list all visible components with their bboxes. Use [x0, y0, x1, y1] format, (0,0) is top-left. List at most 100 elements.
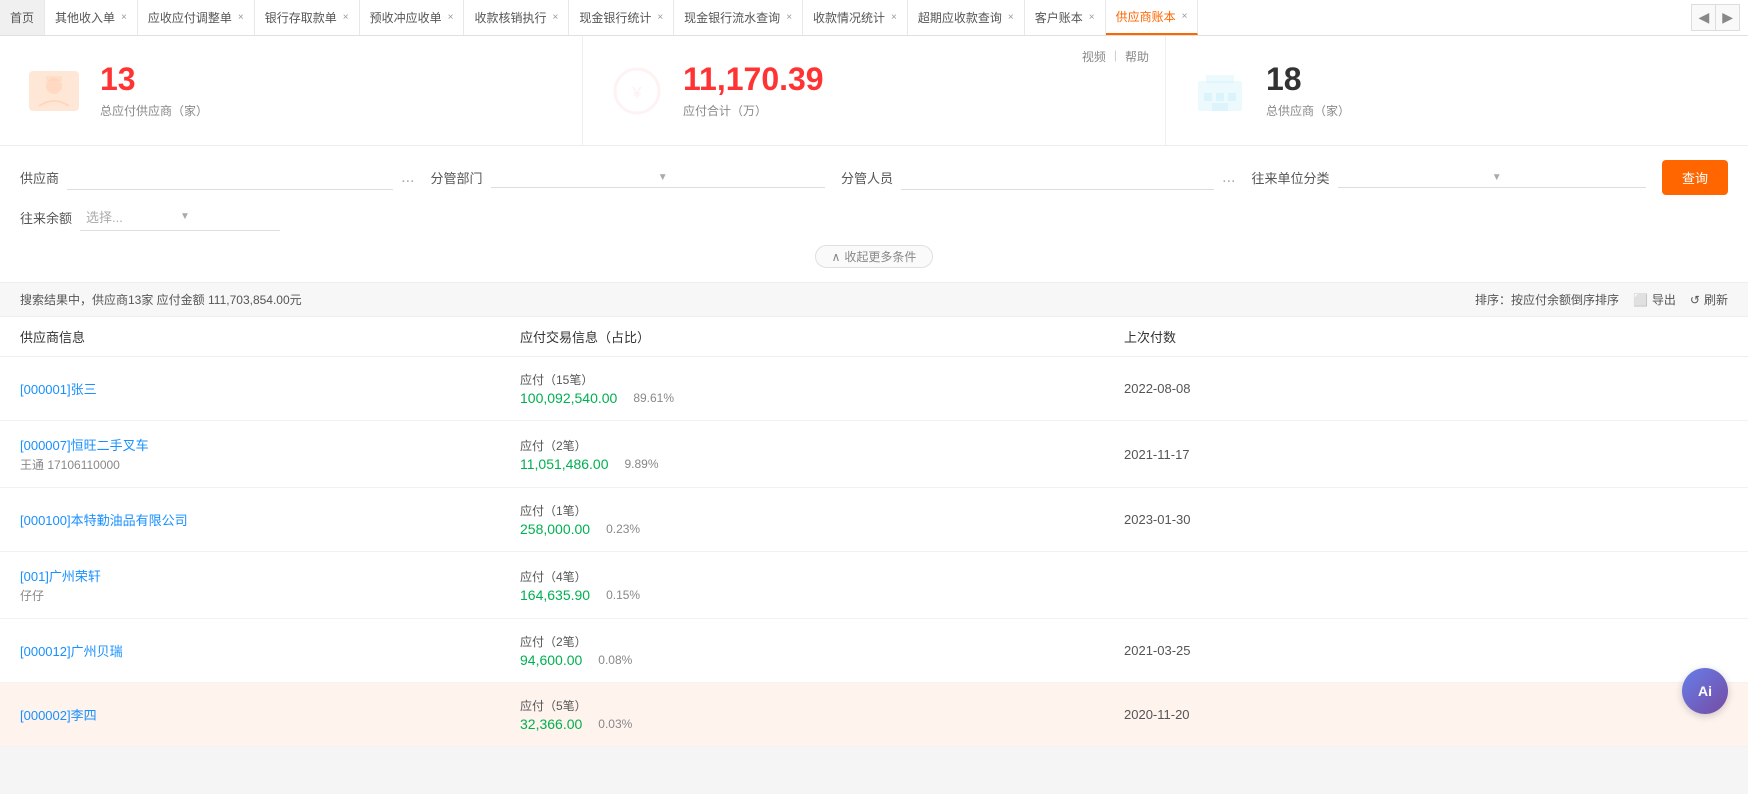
nav-tab-other-income[interactable]: 其他收入单 × [45, 0, 138, 35]
table-row: [000007]恒旺二手叉车 王通 17106110000 应付（2笔） 11,… [0, 421, 1748, 488]
ai-fab-label: Ai [1698, 683, 1712, 699]
transaction-info-cell: 应付（5笔） 32,366.00 0.03% [520, 697, 1124, 732]
card1-label: 总应付供应商（家） [100, 102, 208, 119]
person-input[interactable] [901, 166, 1214, 190]
transaction-label: 应付（5笔） [520, 697, 1124, 714]
transaction-info-cell: 应付（1笔） 258,000.00 0.23% [520, 502, 1124, 537]
transaction-info-cell: 应付（2笔） 11,051,486.00 9.89% [520, 437, 1124, 472]
person-dots-icon[interactable]: ... [1222, 169, 1235, 187]
nav-tab-prepay-ar[interactable]: 预收冲应收单 × [360, 0, 465, 35]
nav-tab-customer-ledger[interactable]: 客户账本 × [1025, 0, 1106, 35]
supplier-link[interactable]: [000100]本特勤油品有限公司 [20, 510, 520, 529]
transaction-row: 32,366.00 0.03% [520, 716, 1124, 732]
nav-arrows: ◀ ▶ [1683, 4, 1748, 31]
table-header: 供应商信息 应付交易信息（占比） 上次付数 [0, 317, 1748, 357]
nav-tab-cash-flow-query[interactable]: 现金银行流水查询 × [674, 0, 803, 35]
filter-area: 供应商 ... 分管部门 ▼ 分管人员 ... 往来单位分类 ▼ 查询 往来 [0, 146, 1748, 283]
last-payment-cell: 2022-08-08 [1124, 381, 1728, 396]
refresh-button[interactable]: ↺ 刷新 [1690, 291, 1728, 308]
supplier-info-cell: [000007]恒旺二手叉车 王通 17106110000 [20, 435, 520, 473]
sort-label[interactable]: 排序：按应付余额倒序排序 [1475, 291, 1619, 308]
person-label: 分管人员 [841, 168, 893, 187]
close-icon[interactable]: × [891, 12, 897, 23]
supplier-info-cell: [000012]广州贝瑞 [20, 641, 520, 660]
unit-category-dropdown-icon: ▼ [1492, 172, 1640, 183]
nav-tab-bank-deposit[interactable]: 银行存取款单 × [255, 0, 360, 35]
close-icon[interactable]: × [786, 12, 792, 23]
help-link[interactable]: 帮助 [1125, 48, 1149, 65]
unit-category-select[interactable]: ▼ [1338, 168, 1646, 188]
supplier-link[interactable]: [000002]李四 [20, 705, 520, 724]
refresh-icon: ↺ [1690, 293, 1700, 307]
supplier-sub: 王通 17106110000 [20, 456, 520, 473]
nav-tab-receipt-verify[interactable]: 收款核销执行 × [464, 0, 569, 35]
card1-content: 13 总应付供应商（家） [100, 62, 208, 118]
dept-label: 分管部门 [431, 168, 483, 187]
unit-category-label: 往来单位分类 [1252, 168, 1330, 187]
nav-tab-supplier-ledger[interactable]: 供应商账本 × [1106, 0, 1199, 35]
close-icon[interactable]: × [121, 12, 127, 23]
close-icon[interactable]: × [552, 12, 558, 23]
ai-fab-button[interactable]: Ai [1682, 668, 1728, 714]
supplier-dots-icon[interactable]: ... [401, 169, 414, 187]
collapse-label: 收起更多条件 [844, 248, 916, 265]
nav-tab-receipt-stat[interactable]: 收款情况统计 × [803, 0, 908, 35]
table-row: [000001]张三 应付（15笔） 100,092,540.00 89.61%… [0, 357, 1748, 421]
transaction-amount[interactable]: 100,092,540.00 [520, 390, 617, 406]
balance-dropdown-icon: ▼ [180, 211, 274, 222]
transaction-percent: 9.89% [625, 457, 659, 471]
nav-tab-ar-ap-adjust[interactable]: 应收应付调整单 × [138, 0, 255, 35]
transaction-info-cell: 应付（4笔） 164,635.90 0.15% [520, 568, 1124, 603]
balance-select[interactable]: 选择... ▼ [80, 203, 280, 231]
nav-prev-arrow[interactable]: ◀ [1691, 4, 1715, 31]
close-icon[interactable]: × [1182, 11, 1188, 22]
nav-tab-home[interactable]: 首页 [0, 0, 45, 35]
transaction-row: 100,092,540.00 89.61% [520, 390, 1124, 406]
card2-value: 11,170.39 [683, 62, 824, 97]
supplier-link[interactable]: [001]广州荣轩 [20, 566, 520, 585]
collapse-toggle[interactable]: ∧ 收起更多条件 [815, 245, 934, 268]
supplier-link[interactable]: [000012]广州贝瑞 [20, 641, 520, 660]
close-icon[interactable]: × [238, 12, 244, 23]
supplier-info-cell: [001]广州荣轩 仔仔 [20, 566, 520, 604]
close-icon[interactable]: × [1089, 12, 1095, 23]
summary-bar: 13 总应付供应商（家） ¥ 11,170.39 应付合计（万） 视频 | 帮助 [0, 36, 1748, 146]
table-row: [000002]李四 应付（5笔） 32,366.00 0.03% 2020-1… [0, 683, 1748, 747]
right-actions: 排序：按应付余额倒序排序 ⬜ 导出 ↺ 刷新 [1475, 291, 1728, 308]
card3-label: 总供应商（家） [1266, 102, 1350, 119]
nav-next-arrow[interactable]: ▶ [1715, 4, 1740, 31]
col-transaction-info: 应付交易信息（占比） [520, 327, 1124, 346]
transaction-amount[interactable]: 11,051,486.00 [520, 456, 609, 472]
close-icon[interactable]: × [343, 12, 349, 23]
transaction-amount[interactable]: 32,366.00 [520, 716, 582, 732]
query-button[interactable]: 查询 [1662, 160, 1728, 195]
last-payment-cell: 2020-11-20 [1124, 707, 1728, 722]
transaction-row: 258,000.00 0.23% [520, 521, 1124, 537]
dept-select[interactable]: ▼ [491, 168, 825, 188]
card3-content: 18 总供应商（家） [1266, 62, 1350, 118]
close-icon[interactable]: × [657, 12, 663, 23]
transaction-amount[interactable]: 94,600.00 [520, 652, 582, 668]
nav-tab-cash-bank-stat[interactable]: 现金银行统计 × [569, 0, 674, 35]
transaction-amount[interactable]: 258,000.00 [520, 521, 590, 537]
close-icon[interactable]: × [448, 12, 454, 23]
table-body: [000001]张三 应付（15笔） 100,092,540.00 89.61%… [0, 357, 1748, 747]
transaction-percent: 0.15% [606, 588, 640, 602]
transaction-label: 应付（1笔） [520, 502, 1124, 519]
table-row: [001]广州荣轩 仔仔 应付（4笔） 164,635.90 0.15% [0, 552, 1748, 619]
supplier-input[interactable] [67, 166, 393, 190]
supplier-sub: 仔仔 [20, 587, 520, 604]
transaction-amount[interactable]: 164,635.90 [520, 587, 590, 603]
transaction-label: 应付（15笔） [520, 371, 1124, 388]
transaction-row: 94,600.00 0.08% [520, 652, 1124, 668]
supplier-link[interactable]: [000007]恒旺二手叉车 [20, 435, 520, 454]
export-button[interactable]: ⬜ 导出 [1633, 291, 1676, 308]
export-icon: ⬜ [1633, 293, 1648, 307]
supplier-link[interactable]: [000001]张三 [20, 379, 520, 398]
last-payment-cell: 2021-11-17 [1124, 447, 1728, 462]
video-link[interactable]: 视频 [1082, 48, 1106, 65]
close-icon[interactable]: × [1008, 12, 1014, 23]
nav-tab-overdue-ar[interactable]: 超期应收款查询 × [908, 0, 1025, 35]
dept-dropdown-icon: ▼ [658, 172, 819, 183]
top-nav: 首页 其他收入单 × 应收应付调整单 × 银行存取款单 × 预收冲应收单 × 收… [0, 0, 1748, 36]
